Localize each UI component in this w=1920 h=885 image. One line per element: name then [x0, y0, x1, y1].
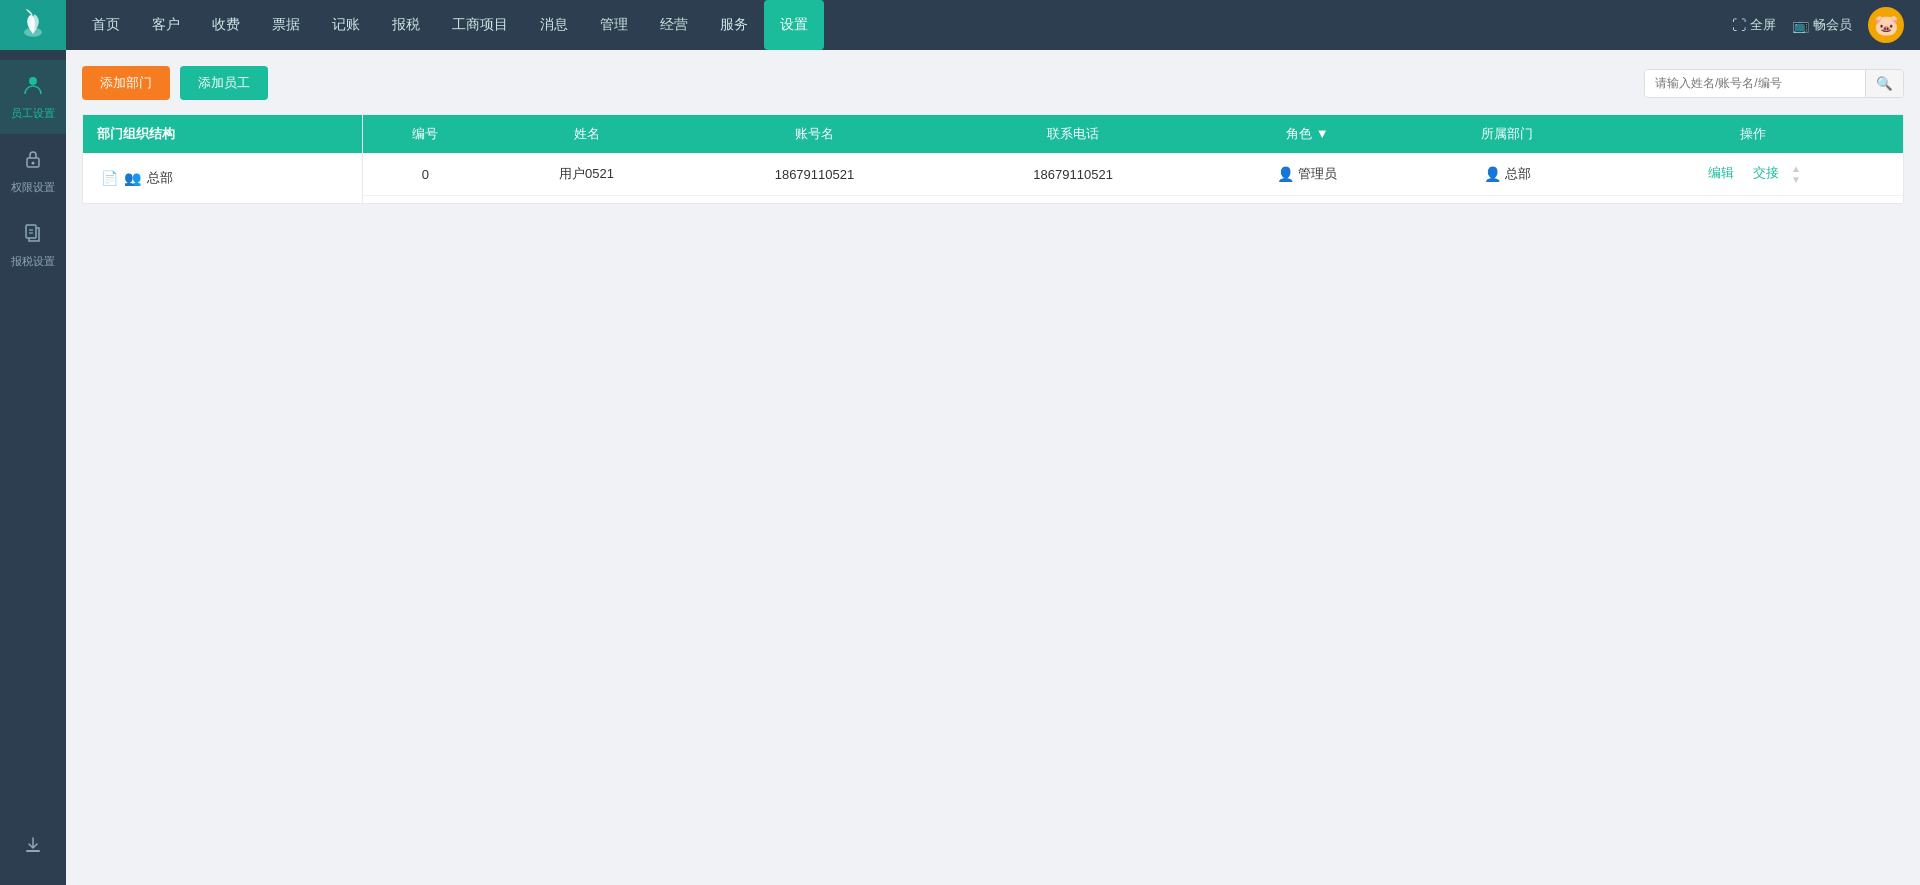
table-row: 0 用户0521 18679110521 18679110521 👤 管理员 — [363, 153, 1903, 196]
svg-point-1 — [29, 77, 37, 85]
nav-business[interactable]: 工商项目 — [436, 0, 524, 50]
col-account: 账号名 — [685, 115, 944, 153]
nav-fees[interactable]: 收费 — [196, 0, 256, 50]
member-icon: 📺 — [1792, 17, 1809, 33]
search-button[interactable]: 🔍 — [1865, 70, 1903, 97]
nav-settings[interactable]: 设置 — [764, 0, 824, 50]
svg-rect-4 — [26, 225, 36, 238]
col-id: 编号 — [363, 115, 488, 153]
member-btn[interactable]: 📺 畅会员 — [1792, 16, 1852, 34]
nav-service[interactable]: 服务 — [704, 0, 764, 50]
dept-file-icon: 📄 — [101, 170, 118, 186]
main-panel: 部门组织结构 📄 👥 总部 编号 姓名 账号名 — [82, 114, 1904, 204]
add-dept-button[interactable]: 添加部门 — [82, 66, 170, 100]
permission-icon — [22, 148, 44, 175]
edit-link[interactable]: 编辑 — [1708, 165, 1734, 180]
employee-table-container: 编号 姓名 账号名 联系电话 角色 ▼ 所属部门 操作 0 用户0521 — [363, 115, 1903, 203]
dept-user-icon: 👥 — [124, 170, 141, 186]
cell-actions: 编辑 交接 ▲ ▼ — [1602, 153, 1903, 196]
fullscreen-btn[interactable]: ⛶ 全屏 — [1732, 16, 1776, 34]
download-icon — [22, 834, 44, 861]
sidebar-label-taxsettings: 报税设置 — [11, 255, 55, 268]
search-icon: 🔍 — [1876, 76, 1893, 91]
dept-tree-item-label: 总部 — [147, 169, 173, 187]
nav-messages[interactable]: 消息 — [524, 0, 584, 50]
dept-tree: 部门组织结构 📄 👥 总部 — [83, 115, 363, 203]
role-label: 管理员 — [1298, 165, 1337, 183]
sidebar-item-taxsettings[interactable]: 报税设置 — [0, 208, 66, 282]
nav-tax[interactable]: 报税 — [376, 0, 436, 50]
top-navigation: 首页 客户 收费 票据 记账 报税 工商项目 消息 管理 经营 服务 设置 ⛶ … — [0, 0, 1920, 50]
cell-name: 用户0521 — [488, 153, 685, 196]
col-dept: 所属部门 — [1412, 115, 1602, 153]
col-name: 姓名 — [488, 115, 685, 153]
role-filter-icon: ▼ — [1316, 126, 1329, 141]
col-actions: 操作 — [1602, 115, 1903, 153]
search-input[interactable] — [1645, 70, 1865, 96]
role-user-icon: 👤 — [1277, 166, 1294, 182]
col-role[interactable]: 角色 ▼ — [1202, 115, 1412, 153]
nav-operations[interactable]: 经营 — [644, 0, 704, 50]
cell-phone: 18679110521 — [944, 153, 1203, 196]
top-nav-right: ⛶ 全屏 📺 畅会员 🐷 — [1732, 7, 1920, 43]
app-logo[interactable] — [0, 0, 66, 50]
scroll-arrows-container: ▲ ▼ — [1791, 163, 1801, 185]
dept-tree-header: 部门组织结构 — [83, 115, 362, 153]
svg-rect-7 — [26, 850, 40, 852]
sidebar-download[interactable] — [0, 820, 66, 875]
toolbar: 添加部门 添加员工 🔍 — [82, 66, 1904, 100]
scroll-down-arrow[interactable]: ▼ — [1791, 174, 1801, 185]
cell-dept: 👤 总部 — [1412, 153, 1602, 196]
nav-items: 首页 客户 收费 票据 记账 报税 工商项目 消息 管理 经营 服务 设置 — [66, 0, 1732, 50]
sidebar-item-employee[interactable]: 员工设置 — [0, 60, 66, 134]
col-phone: 联系电话 — [944, 115, 1203, 153]
dept-user-icon: 👤 — [1484, 166, 1501, 182]
search-box: 🔍 — [1644, 69, 1904, 98]
sidebar: 员工设置 权限设置 报税设置 — [0, 50, 66, 885]
content-area: 添加部门 添加员工 🔍 部门组织结构 📄 👥 总部 — [66, 50, 1920, 885]
add-employee-button[interactable]: 添加员工 — [180, 66, 268, 100]
nav-bills[interactable]: 票据 — [256, 0, 316, 50]
dept-label: 总部 — [1505, 165, 1531, 183]
dept-tree-item-root[interactable]: 📄 👥 总部 — [93, 163, 352, 193]
table-header-row: 编号 姓名 账号名 联系电话 角色 ▼ 所属部门 操作 — [363, 115, 1903, 153]
sidebar-item-permission[interactable]: 权限设置 — [0, 134, 66, 208]
dept-tree-body: 📄 👥 总部 — [83, 153, 362, 203]
employee-icon — [22, 74, 44, 101]
transfer-link[interactable]: 交接 — [1753, 165, 1779, 180]
scroll-up-arrow[interactable]: ▲ — [1791, 163, 1801, 174]
cell-role: 👤 管理员 — [1202, 153, 1412, 196]
nav-home[interactable]: 首页 — [76, 0, 136, 50]
fullscreen-icon: ⛶ — [1732, 17, 1746, 33]
sidebar-bottom — [0, 820, 66, 875]
nav-management[interactable]: 管理 — [584, 0, 644, 50]
sidebar-label-employee: 员工设置 — [11, 107, 55, 120]
user-avatar[interactable]: 🐷 — [1868, 7, 1904, 43]
nav-customer[interactable]: 客户 — [136, 0, 196, 50]
nav-accounting[interactable]: 记账 — [316, 0, 376, 50]
employee-table: 编号 姓名 账号名 联系电话 角色 ▼ 所属部门 操作 0 用户0521 — [363, 115, 1903, 196]
cell-account: 18679110521 — [685, 153, 944, 196]
main-layout: 员工设置 权限设置 报税设置 — [0, 50, 1920, 885]
member-label: 畅会员 — [1813, 16, 1852, 34]
sidebar-label-permission: 权限设置 — [11, 181, 55, 194]
svg-point-3 — [32, 162, 35, 165]
cell-id: 0 — [363, 153, 488, 196]
fullscreen-label: 全屏 — [1750, 16, 1776, 34]
taxsettings-icon — [22, 222, 44, 249]
